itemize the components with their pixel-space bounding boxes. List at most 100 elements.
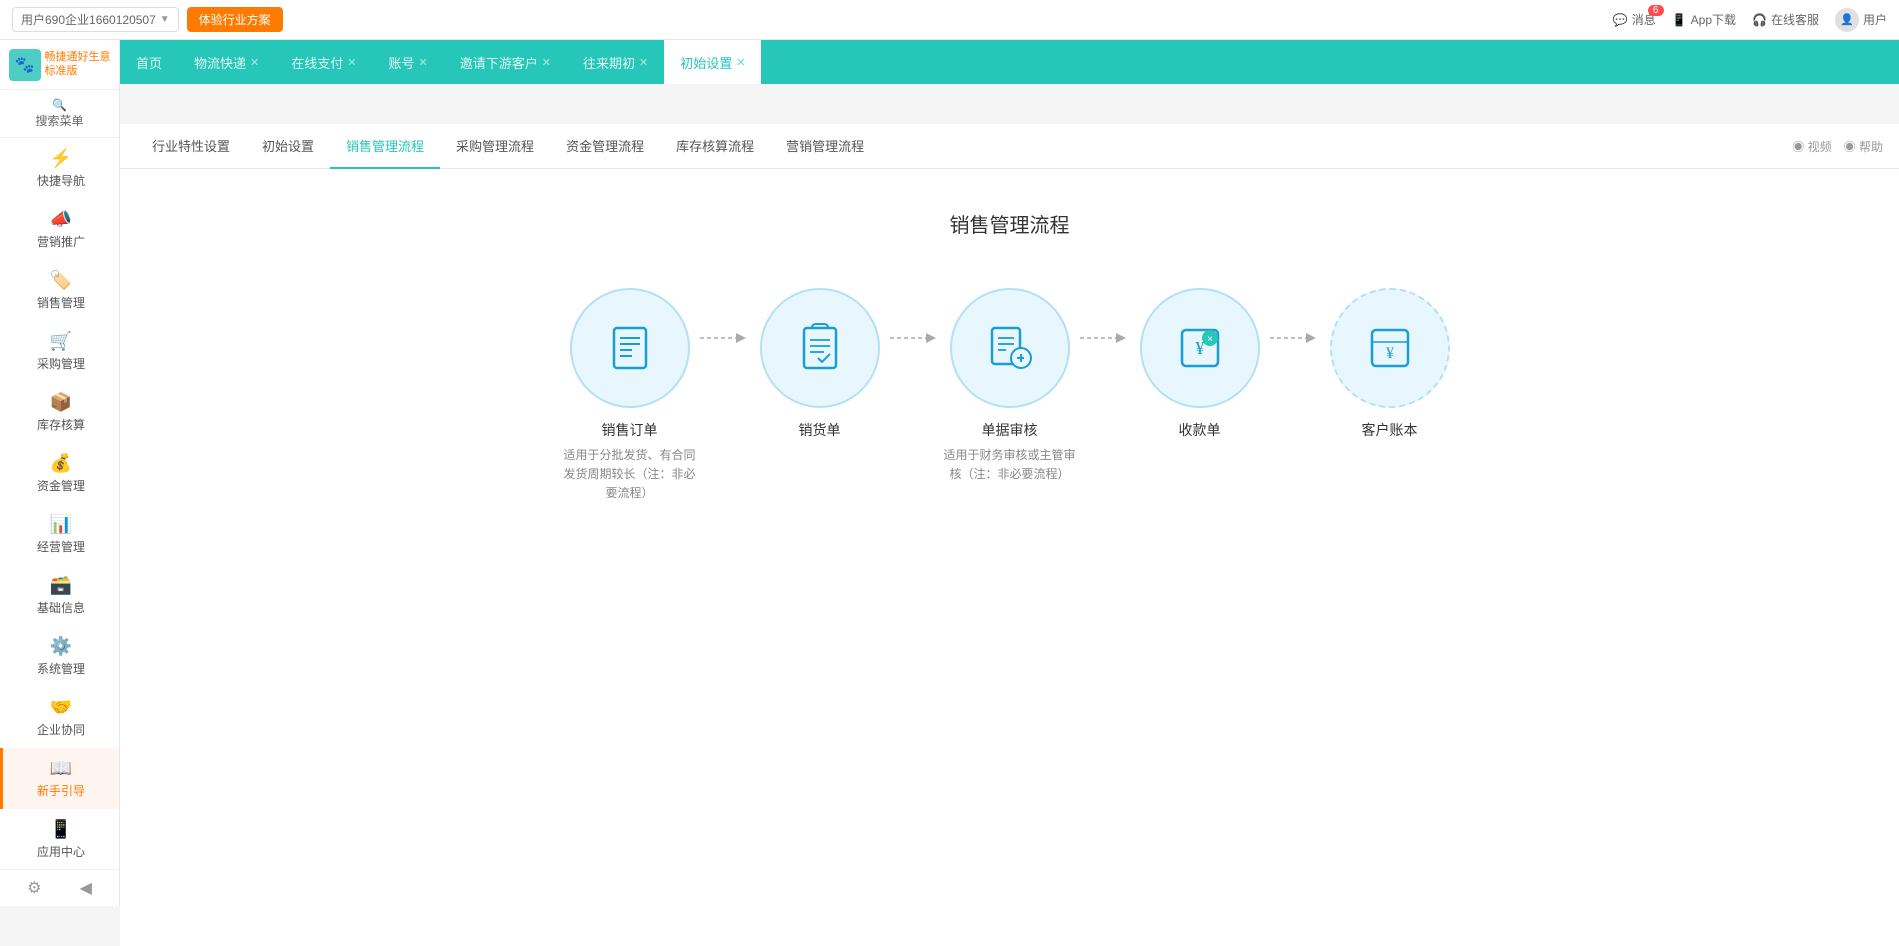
sidebar-item-quick[interactable]: ⚡ 快捷导航 — [0, 138, 119, 199]
tab-close-init[interactable]: ✕ — [736, 56, 745, 69]
tab-home[interactable]: 首页 — [120, 40, 178, 84]
flow-item-sales-order: 销售订单 适用于分批发货、有合同发货周期较长（注：非必要流程） — [550, 288, 710, 504]
page-title: 销售管理流程 — [160, 209, 1859, 238]
flow-item-audit: 单据审核 适用于财务审核或主管审核（注：非必要流程） — [930, 288, 1090, 484]
flow-circle-audit[interactable] — [950, 288, 1070, 408]
help-docs[interactable]: ◉ 帮助 — [1844, 138, 1883, 155]
tab-close-logistics[interactable]: ✕ — [250, 56, 259, 69]
user-label: 用户690企业1660120507 — [21, 11, 156, 28]
message-icon-item[interactable]: 💬 消息 6 — [1613, 11, 1656, 28]
settings-icon[interactable]: ⚙ — [27, 878, 41, 898]
subtab-purchase-flow[interactable]: 采购管理流程 — [440, 124, 550, 169]
sub-tabs: 行业特性设置 初始设置 销售管理流程 采购管理流程 资金管理流程 库存核算流程 … — [120, 124, 1899, 169]
subtab-init[interactable]: 初始设置 — [246, 124, 330, 169]
tab-close-invite[interactable]: ✕ — [542, 56, 551, 69]
guide-icon: 📖 — [50, 758, 72, 779]
apps-icon: 📱 — [50, 819, 72, 840]
flow-item-sales-note: 销货单 — [740, 288, 900, 446]
headset-icon: 🎧 — [1752, 13, 1767, 27]
subtab-marketing-flow[interactable]: 营销管理流程 — [770, 124, 880, 169]
svg-text:×: × — [1207, 334, 1213, 345]
service-item[interactable]: 🎧 在线客服 — [1752, 11, 1819, 28]
search-menu[interactable]: 🔍 搜索菜单 — [0, 90, 119, 138]
sidebar-item-collab[interactable]: 🤝 企业协同 — [0, 687, 119, 748]
search-icon: 🔍 — [52, 98, 67, 112]
sidebar-item-inventory[interactable]: 📦 库存核算 — [0, 382, 119, 443]
flow-item-account-book: ¥ 客户账本 — [1310, 288, 1470, 446]
nav-items: ⚡ 快捷导航 📣 营销推广 🏷️ 销售管理 🛒 采购管理 📦 库存核算 💰 — [0, 138, 119, 869]
flow-label-sales-order: 销售订单 — [602, 420, 658, 440]
sidebar-item-operations[interactable]: 📊 经营管理 — [0, 504, 119, 565]
logo-text: 畅捷通好生意 标准版 — [45, 51, 111, 77]
sidebar-item-apps[interactable]: 📱 应用中心 — [0, 809, 119, 869]
sidebar-item-purchase[interactable]: 🛒 采购管理 — [0, 321, 119, 382]
sidebar-item-finance[interactable]: 💰 资金管理 — [0, 443, 119, 504]
page-body: 销售管理流程 销售订单 适用于分批发货、有合同 — [120, 169, 1899, 524]
flow-desc-audit: 适用于财务审核或主管审核（注：非必要流程） — [940, 446, 1080, 484]
flow-circle-sales-order[interactable] — [570, 288, 690, 408]
sidebar-item-system[interactable]: ⚙️ 系统管理 — [0, 626, 119, 687]
sidebar-item-sales[interactable]: 🏷️ 销售管理 — [0, 260, 119, 321]
inventory-icon: 📦 — [50, 392, 72, 413]
subtab-sales-flow[interactable]: 销售管理流程 — [330, 124, 440, 169]
flow-circle-account-book[interactable]: ¥ — [1330, 288, 1450, 408]
top-bar: 用户690企业1660120507 ▼ 体验行业方案 💬 消息 6 📱 App下… — [0, 0, 1899, 40]
app-label: App下载 — [1691, 11, 1736, 28]
sales-icon: 🏷️ — [50, 270, 72, 291]
trial-button[interactable]: 体验行业方案 — [187, 7, 283, 32]
subtab-finance-flow[interactable]: 资金管理流程 — [550, 124, 660, 169]
flow-circle-receipt[interactable]: ¥ × — [1140, 288, 1260, 408]
flow-diagram: 销售订单 适用于分批发货、有合同发货周期较长（注：非必要流程） — [160, 288, 1859, 504]
message-icon: 💬 — [1613, 13, 1628, 27]
tab-period[interactable]: 往来期初 ✕ — [567, 40, 664, 84]
subtab-industry[interactable]: 行业特性设置 — [136, 124, 246, 169]
collab-icon: 🤝 — [50, 697, 72, 718]
tab-invite[interactable]: 邀请下游客户 ✕ — [444, 40, 567, 84]
flow-item-receipt: ¥ × 收款单 — [1120, 288, 1280, 446]
chevron-down-icon: ▼ — [160, 14, 170, 25]
marketing-promo-icon: 📣 — [50, 209, 72, 230]
video-help[interactable]: ◉ 视频 — [1792, 138, 1831, 155]
top-bar-right: 💬 消息 6 📱 App下载 🎧 在线客服 👤 用户 — [1613, 8, 1887, 32]
flow-label-audit: 单据审核 — [982, 420, 1038, 440]
user-selector[interactable]: 用户690企业1660120507 ▼ — [12, 7, 179, 32]
tab-nav: 首页 物流快递 ✕ 在线支付 ✕ 账号 ✕ 邀请下游客户 ✕ 往来期初 ✕ 初始… — [120, 40, 1899, 84]
sidebar-item-guide[interactable]: 📖 新手引导 — [0, 748, 119, 809]
subtab-inventory-flow[interactable]: 库存核算流程 — [660, 124, 770, 169]
purchase-icon: 🛒 — [50, 331, 72, 352]
sidebar-item-marketing-promo[interactable]: 📣 营销推广 — [0, 199, 119, 260]
flow-circle-sales-note[interactable] — [760, 288, 880, 408]
basic-icon: 🗃️ — [50, 575, 72, 596]
tab-close-payment[interactable]: ✕ — [347, 56, 356, 69]
sub-tabs-right: ◉ 视频 ◉ 帮助 — [1792, 138, 1883, 155]
tab-close-period[interactable]: ✕ — [639, 56, 648, 69]
finance-icon: 💰 — [50, 453, 72, 474]
user-name-label: 用户 — [1863, 11, 1887, 28]
tab-init[interactable]: 初始设置 ✕ — [664, 40, 761, 84]
service-label: 在线客服 — [1771, 11, 1819, 28]
avatar: 👤 — [1835, 8, 1859, 32]
flow-label-account-book: 客户账本 — [1362, 420, 1418, 440]
flow-desc-sales-order: 适用于分批发货、有合同发货周期较长（注：非必要流程） — [560, 446, 700, 504]
svg-text:¥: ¥ — [1386, 345, 1394, 362]
layout: 🐾 畅捷通好生意 标准版 🔍 搜索菜单 ⚡ 快捷导航 📣 营销推广 🏷️ 销售管… — [0, 40, 1899, 906]
operations-icon: 📊 — [50, 514, 72, 535]
logo-icon: 🐾 — [9, 49, 41, 81]
sidebar-item-basic[interactable]: 🗃️ 基础信息 — [0, 565, 119, 626]
sidebar: 🐾 畅捷通好生意 标准版 🔍 搜索菜单 ⚡ 快捷导航 📣 营销推广 🏷️ 销售管… — [0, 40, 120, 906]
flow-label-receipt: 收款单 — [1179, 420, 1221, 440]
user-avatar-item[interactable]: 👤 用户 — [1835, 8, 1887, 32]
sidebar-bottom: ⚙ ◀ — [0, 869, 119, 906]
app-icon: 📱 — [1672, 13, 1687, 27]
message-badge: 6 — [1648, 5, 1664, 16]
top-bar-left: 用户690企业1660120507 ▼ 体验行业方案 — [12, 7, 283, 32]
tab-account[interactable]: 账号 ✕ — [372, 40, 443, 84]
app-download-item[interactable]: 📱 App下载 — [1672, 11, 1736, 28]
flow-label-sales-note: 销货单 — [799, 420, 841, 440]
quick-icon: ⚡ — [50, 148, 72, 169]
tab-logistics[interactable]: 物流快递 ✕ — [178, 40, 275, 84]
tab-close-account[interactable]: ✕ — [419, 56, 428, 69]
logo-area: 🐾 畅捷通好生意 标准版 — [0, 40, 119, 90]
tab-payment[interactable]: 在线支付 ✕ — [275, 40, 372, 84]
collapse-icon[interactable]: ◀ — [80, 878, 92, 898]
